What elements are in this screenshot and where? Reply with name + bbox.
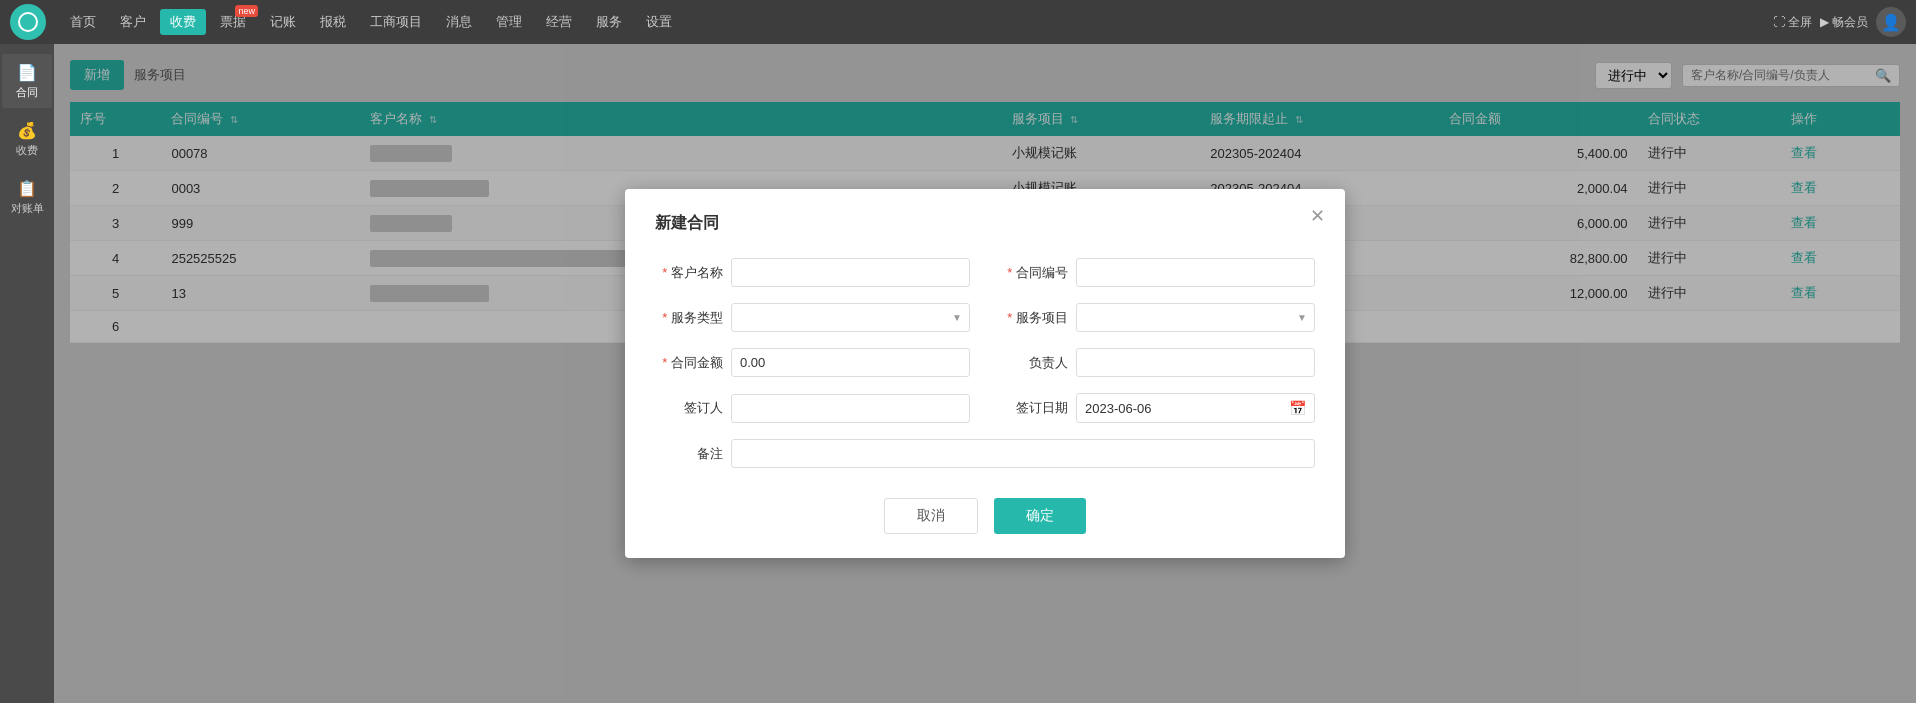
play-icon: ▶ xyxy=(1820,15,1829,29)
nav-customer[interactable]: 客户 xyxy=(110,9,156,35)
nav-message[interactable]: 消息 xyxy=(436,9,482,35)
contract-no-row: 合同编号 xyxy=(1000,258,1315,287)
confirm-button[interactable]: 确定 xyxy=(994,498,1086,534)
signer-input[interactable] xyxy=(731,394,970,423)
user-avatar[interactable]: 👤 xyxy=(1876,7,1906,37)
person-icon: 👤 xyxy=(1881,13,1901,32)
signer-label: 签订人 xyxy=(655,399,723,417)
contract-no-label: 合同编号 xyxy=(1000,264,1068,282)
fee-icon: 💰 xyxy=(17,120,37,140)
service-type-select[interactable] xyxy=(731,303,970,332)
new-badge: new xyxy=(235,5,258,17)
form-grid: 客户名称 合同编号 服务类型 ▼ 服务项目 xyxy=(655,258,1315,468)
nav-account[interactable]: 记账 xyxy=(260,9,306,35)
notes-row: 备注 xyxy=(655,439,1315,468)
cancel-button[interactable]: 取消 xyxy=(884,498,978,534)
service-type-select-wrap: ▼ xyxy=(731,303,970,332)
sign-date-value: 2023-06-06 xyxy=(1085,401,1152,416)
sign-date-row: 签订日期 2023-06-06 📅 xyxy=(1000,393,1315,423)
sign-date-label: 签订日期 xyxy=(1000,399,1068,417)
service-type-label: 服务类型 xyxy=(655,309,723,327)
contract-icon: 📄 xyxy=(17,62,37,82)
notes-label: 备注 xyxy=(655,445,723,463)
sidebar-item-contract[interactable]: 📄 合同 xyxy=(2,54,52,108)
responsible-person-row: 负责人 xyxy=(1000,348,1315,377)
notes-input[interactable] xyxy=(731,439,1315,468)
sidebar-item-fee[interactable]: 💰 收费 xyxy=(2,112,52,166)
nav-operation[interactable]: 经营 xyxy=(536,9,582,35)
responsible-person-label: 负责人 xyxy=(1000,354,1068,372)
sign-date-field[interactable]: 2023-06-06 📅 xyxy=(1076,393,1315,423)
service-item-select-wrap: ▼ xyxy=(1076,303,1315,332)
member-button[interactable]: ▶ 畅会员 xyxy=(1820,14,1868,31)
sidebar: 📄 合同 💰 收费 📋 对账单 xyxy=(0,44,54,703)
contract-amount-input[interactable] xyxy=(731,348,970,377)
nav-home[interactable]: 首页 xyxy=(60,9,106,35)
calendar-icon[interactable]: 📅 xyxy=(1289,400,1306,416)
nav-biz[interactable]: 工商项目 xyxy=(360,9,432,35)
fullscreen-button[interactable]: ⛶ 全屏 xyxy=(1773,14,1812,31)
contract-no-input[interactable] xyxy=(1076,258,1315,287)
sidebar-item-reconcile[interactable]: 📋 对账单 xyxy=(2,170,52,224)
customer-name-row: 客户名称 xyxy=(655,258,970,287)
service-item-label: 服务项目 xyxy=(1000,309,1068,327)
modal-title: 新建合同 xyxy=(655,213,1315,234)
responsible-person-input[interactable] xyxy=(1076,348,1315,377)
service-item-row: 服务项目 ▼ xyxy=(1000,303,1315,332)
contract-amount-label: 合同金额 xyxy=(655,354,723,372)
app-logo[interactable] xyxy=(10,4,46,40)
nav-service[interactable]: 服务 xyxy=(586,9,632,35)
contract-amount-row: 合同金额 xyxy=(655,348,970,377)
modal-overlay[interactable]: ✕ 新建合同 客户名称 合同编号 服务类型 ▼ xyxy=(54,44,1916,703)
modal-footer: 取消 确定 xyxy=(655,498,1315,534)
service-item-select[interactable] xyxy=(1076,303,1315,332)
new-contract-modal: ✕ 新建合同 客户名称 合同编号 服务类型 ▼ xyxy=(625,189,1345,558)
top-navigation: 首页 客户 收费 票据 new 记账 报税 工商项目 消息 管理 经营 服务 设… xyxy=(0,0,1916,44)
service-type-row: 服务类型 ▼ xyxy=(655,303,970,332)
nav-tax[interactable]: 报税 xyxy=(310,9,356,35)
customer-name-label: 客户名称 xyxy=(655,264,723,282)
fullscreen-icon: ⛶ xyxy=(1773,15,1785,29)
nav-manage[interactable]: 管理 xyxy=(486,9,532,35)
nav-settings[interactable]: 设置 xyxy=(636,9,682,35)
customer-name-input[interactable] xyxy=(731,258,970,287)
signer-row: 签订人 xyxy=(655,393,970,423)
nav-right-area: ⛶ 全屏 ▶ 畅会员 👤 xyxy=(1773,7,1906,37)
nav-invoice[interactable]: 收费 xyxy=(160,9,206,35)
nav-ticket[interactable]: 票据 new xyxy=(210,9,256,35)
reconcile-icon: 📋 xyxy=(17,178,37,198)
modal-close-button[interactable]: ✕ xyxy=(1310,205,1325,227)
